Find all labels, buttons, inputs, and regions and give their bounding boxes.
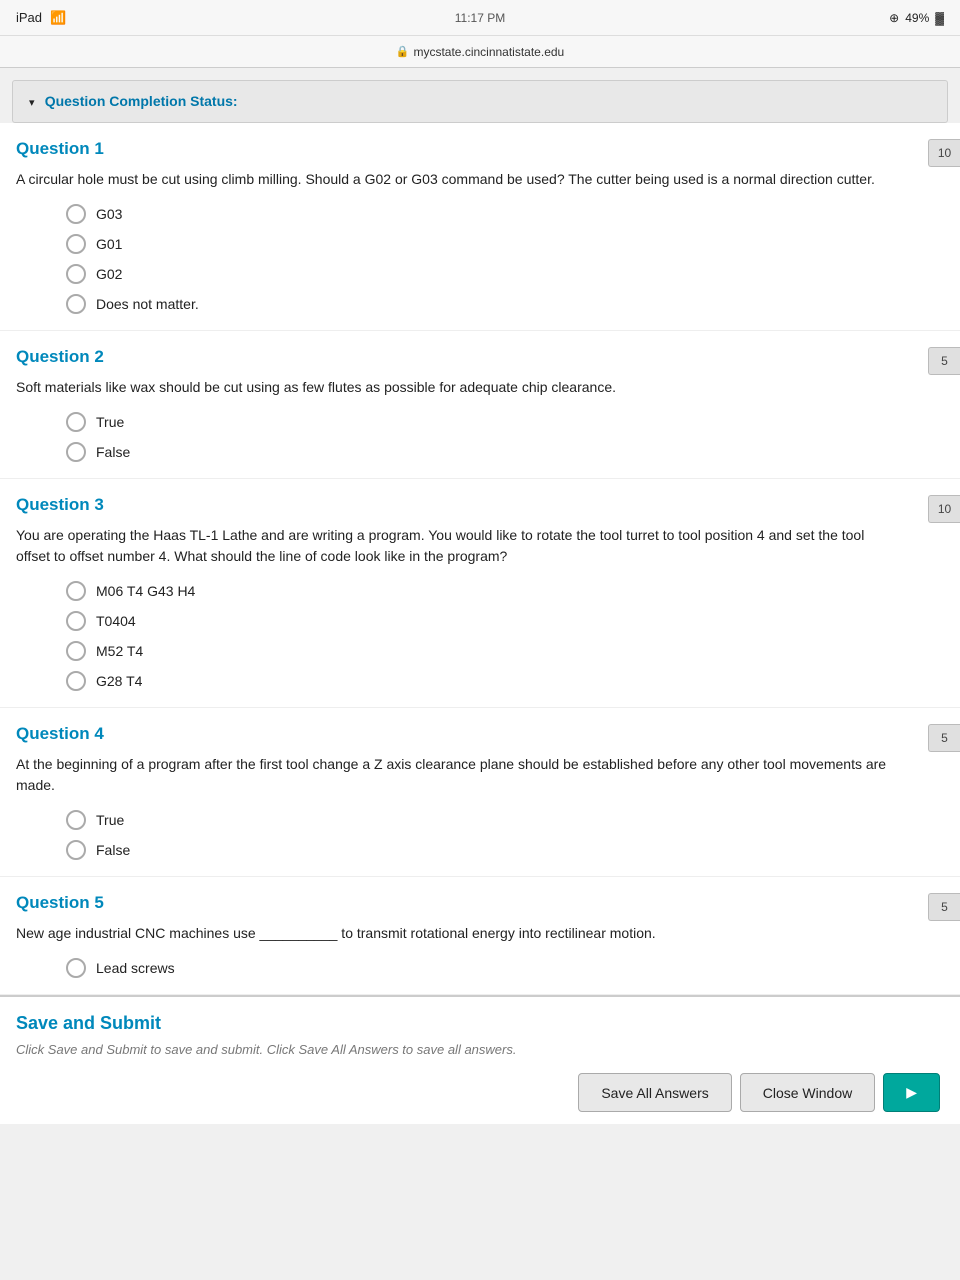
question-3-option-2[interactable]: T0404 [66,611,900,631]
wifi-icon: 📶 [50,10,66,26]
status-bar: iPad 📶 11:17 PM ⊕ 49% ▓ [0,0,960,36]
question-4-points-badge: 5 [928,724,960,752]
question-5-points-badge: 5 [928,893,960,921]
question-5-option-1[interactable]: Lead screws [66,958,900,978]
question-4-option-2[interactable]: False [66,840,900,860]
option-label-q3-o1: M06 T4 G43 H4 [96,583,195,599]
radio-circle-q3-o1 [66,581,86,601]
status-bar-left: iPad 📶 [16,10,66,26]
question-2-title: Question 2 [16,347,900,367]
option-label-q4-o1: True [96,812,124,828]
question-block-3: 10 Question 3 You are operating the Haas T… [0,479,960,708]
option-label-q1-o3: G02 [96,266,122,282]
url-text: mycstate.cincinnatistate.edu [413,45,564,59]
question-5-options: Lead screws [16,958,900,978]
radio-circle-q1-o4 [66,294,86,314]
option-label-q2-o1: True [96,414,124,430]
question-3-title: Question 3 [16,495,900,515]
submit-arrow-button[interactable]: ▶ [883,1073,940,1112]
radio-circle-q4-o2 [66,840,86,860]
question-3-points-badge: 10 [928,495,960,523]
radio-circle-q3-o4 [66,671,86,691]
question-block-1: 10 Question 1 A circular hole must be cut … [0,123,960,331]
radio-circle-q3-o2 [66,611,86,631]
lock-icon: 🔒 [396,45,410,58]
question-2-text: Soft materials like wax should be cut us… [16,377,900,398]
option-label-q2-o2: False [96,444,130,460]
option-label-q1-o4: Does not matter. [96,296,199,312]
radio-circle-q1-o3 [66,264,86,284]
question-3-text: You are operating the Haas TL-1 Lathe an… [16,525,900,567]
time-display: 11:17 PM [455,11,505,25]
save-submit-title: Save and Submit [16,1013,944,1034]
question-1-title: Question 1 [16,139,900,159]
battery-level: 49% [905,11,929,25]
radio-circle-q5-o1 [66,958,86,978]
collapse-arrow-icon[interactable]: ▾ [29,97,35,109]
question-block-4: 5 Question 4 At the beginning of a program… [0,708,960,877]
option-label-q4-o2: False [96,842,130,858]
option-label-q1-o2: G01 [96,236,122,252]
save-submit-hint: Click Save and Submit to save and submit… [16,1042,944,1057]
question-1-option-1[interactable]: G03 [66,204,900,224]
question-3-option-4[interactable]: G28 T4 [66,671,900,691]
option-label-q1-o1: G03 [96,206,122,222]
question-block-5: 5 Question 5 New age industrial CNC machin… [0,877,960,995]
close-window-button[interactable]: Close Window [740,1073,875,1112]
question-3-options: M06 T4 G43 H4 T0404 M52 T4 G28 T4 [16,581,900,691]
completion-status-bar: ▾ Question Completion Status: [12,80,948,123]
question-2-options: True False [16,412,900,462]
question-5-text: New age industrial CNC machines use ____… [16,923,900,944]
question-3-option-1[interactable]: M06 T4 G43 H4 [66,581,900,601]
url-bar[interactable]: 🔒 mycstate.cincinnatistate.edu [0,36,960,68]
status-bar-right: ⊕ 49% ▓ [889,11,944,25]
question-2-option-2[interactable]: False [66,442,900,462]
device-label: iPad [16,10,42,25]
question-1-text: A circular hole must be cut using climb … [16,169,900,190]
radio-circle-q1-o2 [66,234,86,254]
completion-status-label: Question Completion Status: [45,93,238,109]
question-5-title: Question 5 [16,893,900,913]
question-3-option-3[interactable]: M52 T4 [66,641,900,661]
radio-circle-q2-o2 [66,442,86,462]
question-1-option-3[interactable]: G02 [66,264,900,284]
question-4-options: True False [16,810,900,860]
radio-circle-q4-o1 [66,810,86,830]
question-2-option-1[interactable]: True [66,412,900,432]
option-label-q5-o1: Lead screws [96,960,175,976]
option-label-q3-o3: M52 T4 [96,643,143,659]
battery-bar: ▓ [935,11,944,25]
main-content: 10 Question 1 A circular hole must be cut … [0,123,960,995]
question-2-points-badge: 5 [928,347,960,375]
battery-icon: ⊕ [889,11,899,25]
radio-circle-q3-o3 [66,641,86,661]
option-label-q3-o4: G28 T4 [96,673,142,689]
question-1-option-2[interactable]: G01 [66,234,900,254]
option-label-q3-o2: T0404 [96,613,136,629]
question-4-option-1[interactable]: True [66,810,900,830]
save-all-answers-button[interactable]: Save All Answers [578,1073,731,1112]
radio-circle-q2-o1 [66,412,86,432]
radio-circle-q1-o1 [66,204,86,224]
question-4-text: At the beginning of a program after the … [16,754,900,796]
question-1-option-4[interactable]: Does not matter. [66,294,900,314]
footer-buttons: Save All Answers Close Window ▶ [16,1073,944,1112]
question-4-title: Question 4 [16,724,900,744]
question-1-options: G03 G01 G02 Does not matter. [16,204,900,314]
status-bar-center: 11:17 PM [455,11,505,25]
save-submit-section: Save and Submit Click Save and Submit to… [0,995,960,1124]
question-1-points-badge: 10 [928,139,960,167]
question-block-2: 5 Question 2 Soft materials like wax shoul… [0,331,960,479]
